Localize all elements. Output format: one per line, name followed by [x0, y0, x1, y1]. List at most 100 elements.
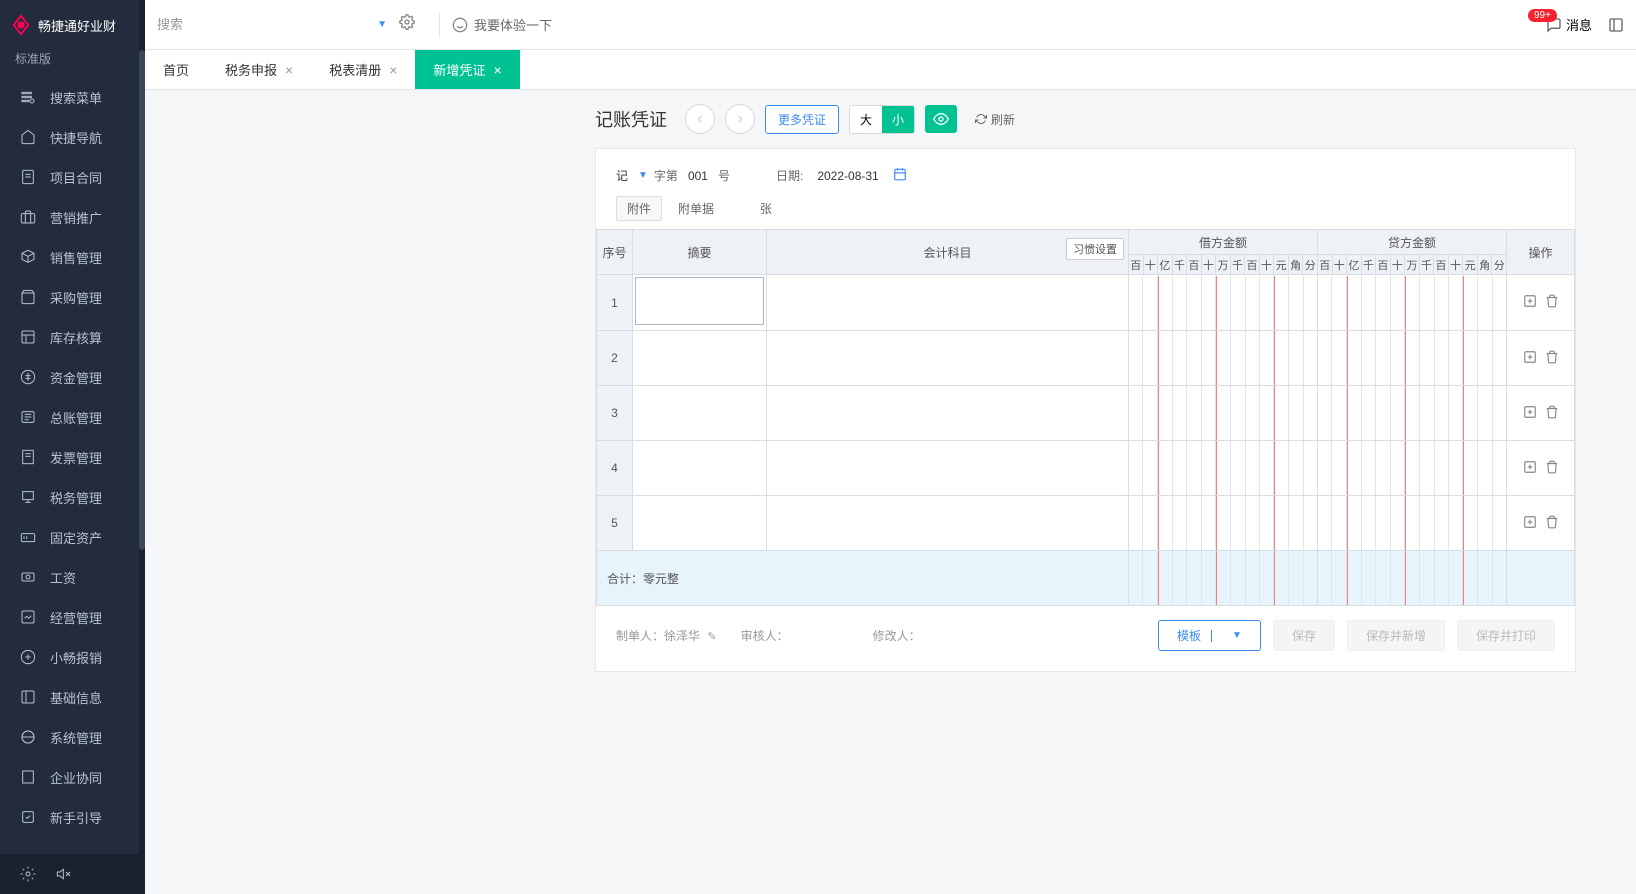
close-icon[interactable]: ×	[389, 62, 397, 78]
sales-icon	[20, 249, 36, 265]
refresh-button[interactable]: 刷新	[967, 111, 1015, 128]
edit-icon[interactable]: ✎	[707, 631, 716, 643]
prev-button[interactable]	[685, 104, 715, 134]
tab-0[interactable]: 首页	[145, 50, 207, 89]
size-large[interactable]: 大	[850, 106, 882, 133]
sidebar-item-guide[interactable]: 新手引导	[0, 797, 145, 837]
summary-input[interactable]	[635, 277, 764, 325]
sidebar-item-enterprise[interactable]: 企业协同	[0, 757, 145, 797]
sidebar-item-label: 库存核算	[50, 328, 102, 347]
sidebar-item-marketing[interactable]: 营销推广	[0, 197, 145, 237]
sidebar-item-inventory[interactable]: 库存核算	[0, 317, 145, 357]
delete-row-icon[interactable]	[1545, 294, 1559, 311]
sidebar-item-label: 系统管理	[50, 728, 102, 747]
debit-cell[interactable]	[1129, 496, 1318, 551]
voucher-number[interactable]: 001	[684, 169, 712, 183]
account-cell[interactable]	[767, 331, 1129, 386]
debit-cell[interactable]	[1129, 386, 1318, 441]
preview-button[interactable]	[925, 105, 957, 133]
chevron-down-icon[interactable]: ▼	[638, 170, 648, 181]
chevron-down-icon[interactable]: ▼	[377, 19, 387, 30]
account-cell[interactable]	[767, 386, 1129, 441]
expand-icon[interactable]	[1608, 17, 1624, 33]
credit-cell[interactable]	[1318, 275, 1507, 331]
sidebar-item-funds[interactable]: 资金管理	[0, 357, 145, 397]
summary-cell[interactable]	[633, 386, 767, 441]
add-row-icon[interactable]	[1523, 350, 1537, 367]
sidebar-item-quick-nav[interactable]: 快捷导航	[0, 117, 145, 157]
sidebar-item-purchase[interactable]: 采购管理	[0, 277, 145, 317]
digit-header: 百	[1187, 255, 1202, 275]
tab-1[interactable]: 税务申报×	[207, 50, 311, 89]
settings-button[interactable]	[387, 14, 427, 35]
credit-cell[interactable]	[1318, 441, 1507, 496]
feedback-button[interactable]: 我要体验一下	[452, 15, 552, 34]
sidebar-item-sales[interactable]: 销售管理	[0, 237, 145, 277]
total-ops	[1507, 551, 1575, 606]
sidebar-item-basic-info[interactable]: 基础信息	[0, 677, 145, 717]
delete-row-icon[interactable]	[1545, 460, 1559, 477]
delete-row-icon[interactable]	[1545, 405, 1559, 422]
gear-icon[interactable]	[20, 866, 36, 882]
sidebar-item-system[interactable]: 系统管理	[0, 717, 145, 757]
summary-cell[interactable]	[633, 275, 767, 331]
sidebar-item-operation[interactable]: 经营管理	[0, 597, 145, 637]
quick-nav-icon	[20, 129, 36, 145]
sidebar-item-invoice[interactable]: 发票管理	[0, 437, 145, 477]
size-small[interactable]: 小	[882, 106, 914, 133]
chevron-down-icon[interactable]: ▼	[1232, 630, 1242, 641]
account-cell[interactable]	[767, 275, 1129, 331]
attachment-button[interactable]: 附件	[616, 196, 662, 221]
tab-label: 新增凭证	[433, 60, 485, 79]
tab-2[interactable]: 税表清册×	[311, 50, 415, 89]
next-button[interactable]	[725, 104, 755, 134]
add-row-icon[interactable]	[1523, 405, 1537, 422]
account-cell[interactable]	[767, 496, 1129, 551]
summary-cell[interactable]	[633, 441, 767, 496]
volume-icon[interactable]	[56, 866, 72, 882]
add-row-icon[interactable]	[1523, 515, 1537, 532]
delete-row-icon[interactable]	[1545, 515, 1559, 532]
credit-cell[interactable]	[1318, 496, 1507, 551]
ops-cell	[1507, 275, 1575, 331]
sidebar-item-tax[interactable]: 税务管理	[0, 477, 145, 517]
sidebar-item-label: 企业协同	[50, 768, 102, 787]
close-icon[interactable]: ×	[493, 62, 501, 78]
sidebar-item-fixed-assets[interactable]: 固定资产	[0, 517, 145, 557]
credit-cell[interactable]	[1318, 331, 1507, 386]
debit-cell[interactable]	[1129, 441, 1318, 496]
add-row-icon[interactable]	[1523, 460, 1537, 477]
more-vouchers-button[interactable]: 更多凭证	[765, 105, 839, 134]
digit-header: 十	[1259, 255, 1274, 275]
digit-header: 百	[1376, 255, 1391, 275]
digit-header: 分	[1303, 255, 1318, 275]
save-button[interactable]: 保存	[1273, 620, 1335, 651]
operation-icon	[20, 609, 36, 625]
voucher-date[interactable]: 2022-08-31	[817, 169, 878, 183]
sidebar-item-salary[interactable]: 工资	[0, 557, 145, 597]
voucher-type[interactable]: 记	[616, 167, 632, 184]
credit-cell[interactable]	[1318, 386, 1507, 441]
close-icon[interactable]: ×	[285, 62, 293, 78]
habit-settings-button[interactable]: 习惯设置	[1066, 238, 1124, 260]
sidebar-item-project-contract[interactable]: 项目合同	[0, 157, 145, 197]
tab-3[interactable]: 新增凭证 ×	[415, 50, 519, 89]
debit-cell[interactable]	[1129, 331, 1318, 386]
save-new-button[interactable]: 保存并新增	[1347, 620, 1445, 651]
calendar-icon[interactable]	[893, 167, 907, 184]
add-row-icon[interactable]	[1523, 294, 1537, 311]
search-input[interactable]	[157, 11, 357, 38]
sidebar-item-ledger[interactable]: 总账管理	[0, 397, 145, 437]
summary-cell[interactable]	[633, 496, 767, 551]
messages-button[interactable]: 99+ 消息	[1546, 15, 1592, 34]
sidebar-item-search-menu[interactable]: 搜索菜单	[0, 77, 145, 117]
sidebar-item-xiaochang[interactable]: 小畅报销	[0, 637, 145, 677]
template-button[interactable]: 模板 ▼	[1158, 620, 1261, 651]
account-cell[interactable]	[767, 441, 1129, 496]
sidebar-item-label: 项目合同	[50, 168, 102, 187]
summary-cell[interactable]	[633, 331, 767, 386]
save-print-button[interactable]: 保存并打印	[1457, 620, 1555, 651]
digit-header: 千	[1172, 255, 1187, 275]
delete-row-icon[interactable]	[1545, 350, 1559, 367]
debit-cell[interactable]	[1129, 275, 1318, 331]
